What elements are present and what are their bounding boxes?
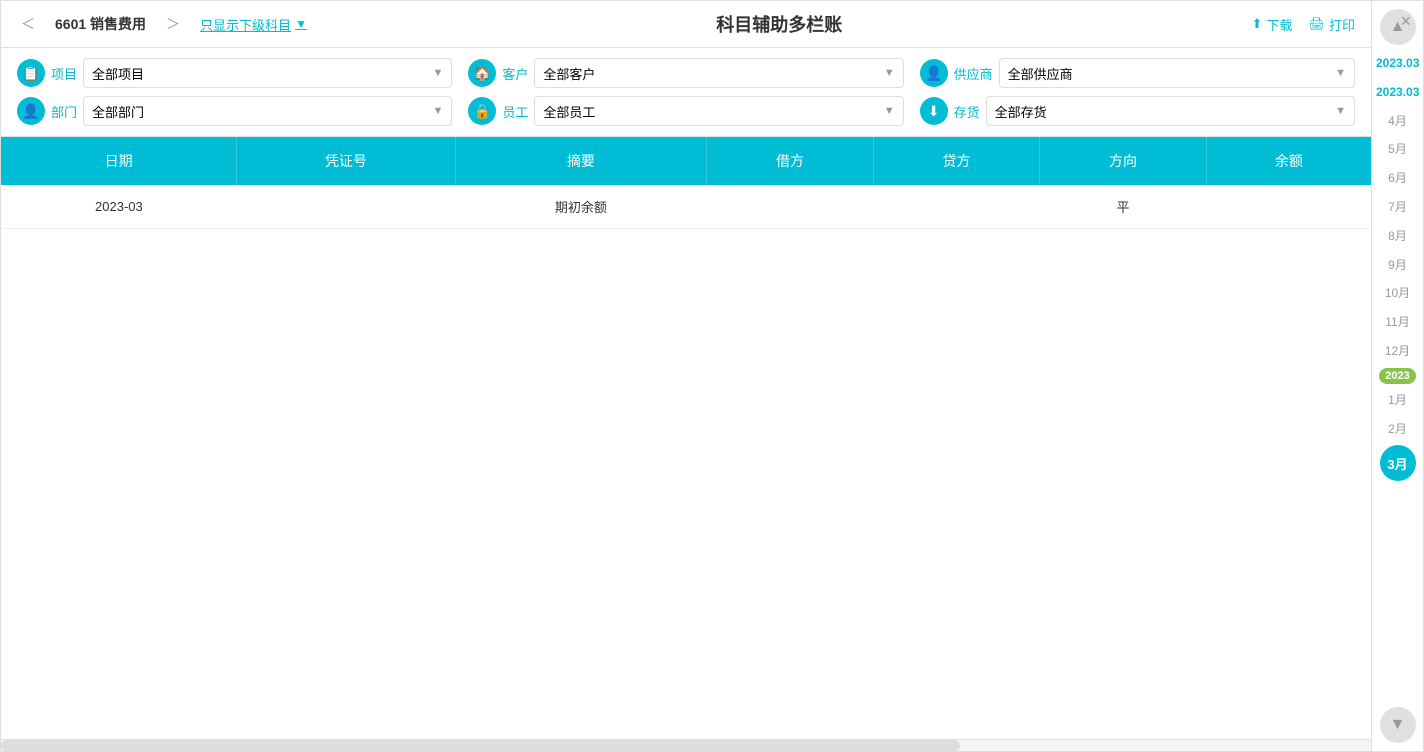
inventory-value: 全部存货	[995, 102, 1047, 121]
project-dropdown-icon: ▼	[432, 67, 443, 79]
col-date: 日期	[1, 137, 237, 185]
cell-credit	[873, 185, 1040, 229]
supplier-filter-item: 👤 供应商 全部供应商 ▼	[920, 58, 1355, 88]
project-icon: 📋	[17, 59, 45, 87]
employee-filter-item: 🔒 员工 全部员工 ▼	[468, 96, 903, 126]
inventory-icon: ⬇	[920, 97, 948, 125]
col-voucher: 凭证号	[237, 137, 455, 185]
inventory-select[interactable]: 全部存货 ▼	[986, 96, 1355, 126]
cell-summary: 期初余额	[455, 185, 707, 229]
project-select[interactable]: 全部项目 ▼	[83, 58, 452, 88]
filter-area: 📋 项目 全部项目 ▼ 🏠 客户 全部客户 ▼	[1, 48, 1371, 137]
download-label: 下载	[1266, 15, 1292, 34]
supplier-select[interactable]: 全部供应商 ▼	[999, 58, 1355, 88]
print-icon: 🖨	[1308, 16, 1325, 32]
department-value: 全部部门	[92, 102, 144, 121]
department-filter-item: 👤 部门 全部部门 ▼	[17, 96, 452, 126]
employee-value: 全部员工	[543, 102, 595, 121]
data-table: 日期 凭证号 摘要 借方 贷方 方向 余额 2023-03 期初余额	[1, 137, 1371, 229]
action-buttons: ⬆ 下载 🖨 打印	[1252, 15, 1355, 34]
project-value: 全部项目	[92, 64, 144, 83]
sidebar-period-1[interactable]: 2023.03	[1372, 49, 1423, 78]
download-icon: ⬆	[1252, 16, 1263, 32]
supplier-value: 全部供应商	[1008, 64, 1073, 83]
show-sub-arrow-icon: ▼	[295, 17, 307, 31]
filter-row-2: 👤 部门 全部部门 ▼ 🔒 员工 全部员工 ▼	[17, 96, 1355, 126]
customer-dropdown-icon: ▼	[884, 67, 895, 79]
nav-next-button[interactable]: ＞	[162, 12, 184, 36]
account-code-label: 6601 销售费用	[47, 12, 154, 36]
employee-dropdown-icon: ▼	[884, 105, 895, 117]
show-sub-label: 只显示下级科目	[200, 15, 291, 34]
sidebar-period-2[interactable]: 2023.03	[1372, 78, 1423, 107]
col-balance: 余额	[1206, 137, 1371, 185]
sidebar-month-7[interactable]: 7月	[1372, 193, 1423, 222]
table-container: 日期 凭证号 摘要 借方 贷方 方向 余额 2023-03 期初余额	[1, 137, 1371, 739]
close-button[interactable]: ×	[1400, 11, 1411, 32]
print-label: 打印	[1329, 15, 1355, 34]
department-select[interactable]: 全部部门 ▼	[83, 96, 452, 126]
horizontal-scrollbar[interactable]	[1, 739, 1371, 751]
col-summary: 摘要	[455, 137, 707, 185]
sidebar-month-6[interactable]: 6月	[1372, 164, 1423, 193]
supplier-icon: 👤	[920, 59, 948, 87]
customer-label: 客户	[502, 64, 528, 83]
customer-filter-item: 🏠 客户 全部客户 ▼	[468, 58, 903, 88]
col-direction: 方向	[1040, 137, 1207, 185]
department-label: 部门	[51, 102, 77, 121]
show-sub-filter[interactable]: 只显示下级科目 ▼	[200, 15, 307, 34]
employee-icon: 🔒	[468, 97, 496, 125]
nav-prev-button[interactable]: ＜	[17, 12, 39, 36]
print-button[interactable]: 🖨 打印	[1308, 15, 1355, 34]
col-debit: 借方	[707, 137, 874, 185]
cell-voucher	[237, 185, 455, 229]
project-label: 项目	[51, 64, 77, 83]
right-sidebar: ▲ 2023.03 2023.03 4月 5月 6月 7月 8月 9月 10月 …	[1371, 1, 1423, 751]
cell-direction: 平	[1040, 185, 1207, 229]
employee-select[interactable]: 全部员工 ▼	[534, 96, 903, 126]
cell-date: 2023-03	[1, 185, 237, 229]
table-row: 2023-03 期初余额 平	[1, 185, 1371, 229]
sidebar-month-1[interactable]: 1月	[1372, 386, 1423, 415]
inventory-dropdown-icon: ▼	[1335, 105, 1346, 117]
sidebar-month-8[interactable]: 8月	[1372, 222, 1423, 251]
scrollbar-track	[1, 740, 960, 751]
project-filter-item: 📋 项目 全部项目 ▼	[17, 58, 452, 88]
inventory-label: 存货	[954, 102, 980, 121]
filter-row-1: 📋 项目 全部项目 ▼ 🏠 客户 全部客户 ▼	[17, 58, 1355, 88]
page-title: 科目辅助多栏账	[315, 11, 1244, 37]
employee-label: 员工	[502, 102, 528, 121]
sidebar-month-5[interactable]: 5月	[1372, 135, 1423, 164]
download-button[interactable]: ⬆ 下载	[1252, 15, 1293, 34]
sidebar-nav-down-button[interactable]: ▼	[1380, 707, 1416, 743]
sidebar-month-9[interactable]: 9月	[1372, 251, 1423, 280]
department-dropdown-icon: ▼	[432, 105, 443, 117]
inventory-filter-item: ⬇ 存货 全部存货 ▼	[920, 96, 1355, 126]
toolbar: ＜ 6601 销售费用 ＞ 只显示下级科目 ▼ 科目辅助多栏账 ⬆ 下载 🖨 打…	[1, 1, 1371, 48]
sidebar-month-3-active[interactable]: 3月	[1380, 445, 1416, 481]
sidebar-month-2[interactable]: 2月	[1372, 415, 1423, 444]
sidebar-month-11[interactable]: 11月	[1372, 308, 1423, 337]
cell-balance	[1206, 185, 1371, 229]
sidebar-month-10[interactable]: 10月	[1372, 279, 1423, 308]
supplier-dropdown-icon: ▼	[1335, 67, 1346, 79]
cell-debit	[707, 185, 874, 229]
customer-select[interactable]: 全部客户 ▼	[534, 58, 903, 88]
col-credit: 贷方	[873, 137, 1040, 185]
table-header-row: 日期 凭证号 摘要 借方 贷方 方向 余额	[1, 137, 1371, 185]
sidebar-month-12[interactable]: 12月	[1372, 337, 1423, 366]
department-icon: 👤	[17, 97, 45, 125]
sidebar-year-badge: 2023	[1379, 368, 1415, 384]
customer-icon: 🏠	[468, 59, 496, 87]
sidebar-month-4[interactable]: 4月	[1372, 107, 1423, 136]
supplier-label: 供应商	[954, 64, 993, 83]
customer-value: 全部客户	[543, 64, 595, 83]
